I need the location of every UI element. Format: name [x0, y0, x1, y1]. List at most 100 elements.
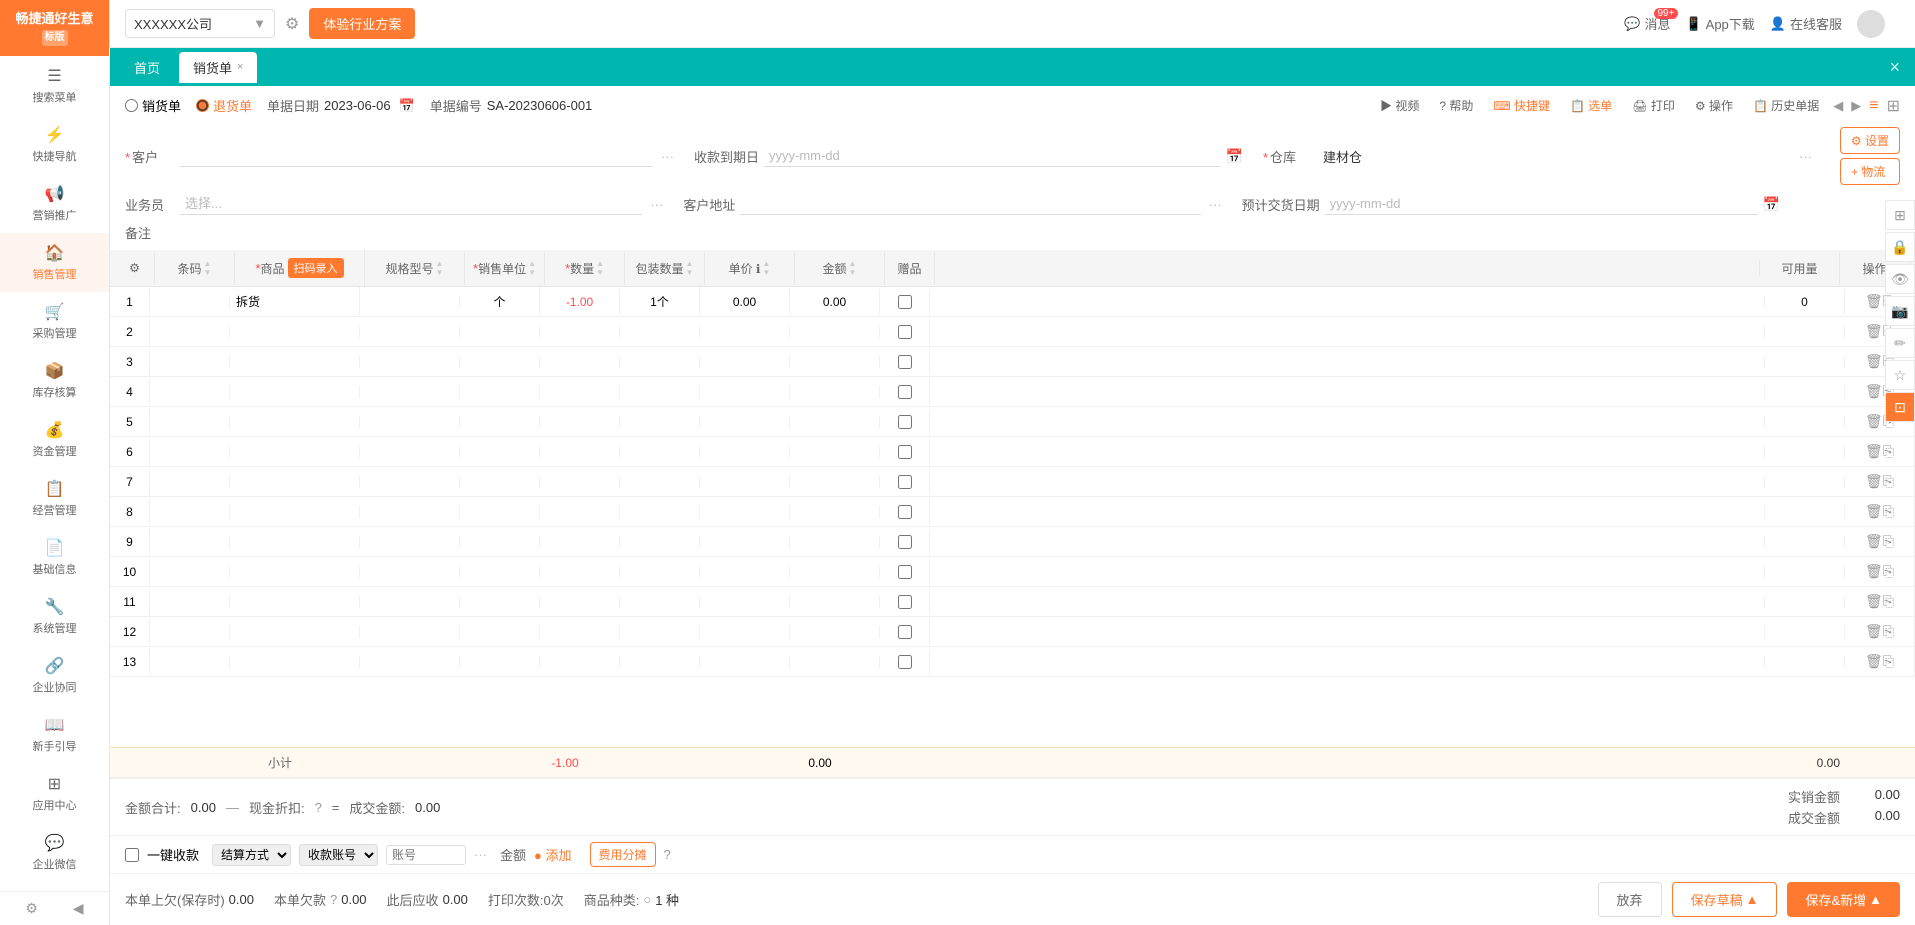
row2-pkg[interactable] [620, 326, 700, 338]
expected-calendar-icon[interactable]: 📅 [1763, 196, 1780, 213]
copy-icon[interactable]: ⎘ [1883, 653, 1894, 670]
avatar[interactable] [1857, 10, 1885, 38]
float-star-btn[interactable]: ☆ [1885, 360, 1915, 390]
customer-dots[interactable]: ··· [661, 149, 674, 164]
sidebar-item-guide[interactable]: 📖 新手引导 [0, 705, 109, 764]
sidebar-item-apps[interactable]: ⊞ 应用中心 [0, 764, 109, 823]
customer-addr-dots[interactable]: ··· [1209, 197, 1222, 212]
th-settings[interactable]: ⚙ [115, 253, 155, 283]
tab-home[interactable]: 首页 [120, 52, 174, 83]
video-btn[interactable]: ▶ 视频 [1374, 94, 1425, 117]
float-action-btn[interactable]: ⊡ [1885, 392, 1915, 422]
row1-remark[interactable] [930, 296, 1765, 308]
copy-icon[interactable]: ⎘ [1883, 503, 1894, 520]
goods-type-radio-icon[interactable]: ○ [643, 892, 651, 907]
sidebar-item-member[interactable]: ♥ 畅会员 [0, 882, 109, 891]
message-item[interactable]: 💬 消息 99+ [1624, 14, 1670, 33]
delete-icon[interactable]: 🗑 [1865, 413, 1883, 430]
row2-goods[interactable] [230, 326, 360, 338]
print-btn[interactable]: 🖨 打印 [1626, 94, 1681, 117]
sidebar-item-search[interactable]: ☰ 搜索菜单 [0, 56, 109, 115]
sidebar-collapse-btn[interactable]: ◀ [73, 900, 84, 917]
app-download-item[interactable]: 📱 App下载 [1685, 14, 1754, 33]
float-eye-btn[interactable]: 👁 [1885, 264, 1915, 294]
row2-unit[interactable] [460, 326, 540, 338]
history-btn[interactable]: 📋 历史单据 [1747, 94, 1825, 117]
row2-price[interactable] [700, 326, 790, 338]
row2-amount[interactable] [790, 326, 880, 338]
notes-input[interactable] [165, 225, 1900, 240]
delete-icon[interactable]: 🗑 [1865, 593, 1883, 610]
salesperson-dots[interactable]: ··· [650, 197, 663, 212]
collection-calendar-icon[interactable]: 📅 [1226, 148, 1243, 165]
copy-icon[interactable]: ⎘ [1883, 623, 1894, 640]
scan-button[interactable]: 扫码录入 [288, 258, 344, 278]
delete-icon[interactable]: 🗑 [1865, 563, 1883, 580]
sidebar-item-inventory[interactable]: 📦 库存核算 [0, 351, 109, 410]
row2-gift[interactable] [880, 319, 930, 345]
grid-view-icon[interactable]: ⊞ [1887, 96, 1900, 116]
sidebar-item-wechat[interactable]: 💬 企业微信 [0, 823, 109, 882]
expected-date-input[interactable] [1325, 193, 1758, 215]
settings-gear-icon[interactable]: ⚙ [285, 14, 299, 34]
save-draft-button[interactable]: 保存草稿 ▲ [1672, 882, 1778, 917]
help-btn[interactable]: ? 帮助 [1433, 94, 1479, 117]
return-order-radio[interactable]: 退货单 [196, 96, 252, 115]
one-click-payment-checkbox[interactable] [125, 848, 139, 862]
discard-button[interactable]: 放弃 [1598, 882, 1662, 917]
collection-date-input[interactable] [764, 145, 1221, 167]
customer-input[interactable] [180, 145, 653, 167]
delete-icon[interactable]: 🗑 [1865, 533, 1883, 550]
tab-close-icon[interactable]: × [237, 61, 243, 73]
sale-order-radio[interactable]: 销货单 [125, 96, 181, 115]
row2-barcode[interactable] [150, 326, 230, 338]
account-select[interactable]: 收款账号 [299, 844, 378, 866]
tabs-close-all-btn[interactable]: × [1889, 57, 1900, 78]
sidebar-item-operations[interactable]: 📋 经营管理 [0, 469, 109, 528]
logistics-button[interactable]: + 物流 [1840, 158, 1900, 185]
account-input[interactable] [386, 845, 466, 865]
add-payment-btn[interactable]: ● 添加 [534, 845, 571, 864]
sidebar-item-quick-nav[interactable]: ⚡ 快捷导航 [0, 115, 109, 174]
delete-icon[interactable]: 🗑 [1865, 503, 1883, 520]
sidebar-item-system[interactable]: 🔧 系统管理 [0, 587, 109, 646]
customer-addr-input[interactable] [740, 193, 1200, 215]
sidebar-item-enterprise[interactable]: 🔗 企业协同 [0, 646, 109, 705]
select-btn[interactable]: 📋 选单 [1564, 94, 1618, 117]
copy-icon[interactable]: ⎘ [1883, 473, 1894, 490]
copy-icon[interactable]: ⎘ [1883, 563, 1894, 580]
operate-btn[interactable]: ⚙ 操作 [1689, 94, 1739, 117]
copy-icon[interactable]: ⎘ [1883, 593, 1894, 610]
row2-delete-icon[interactable]: 🗑 [1865, 323, 1883, 340]
fenzhai-btn[interactable]: 费用分摊 [590, 842, 656, 867]
warehouse-dots[interactable]: ··· [1799, 149, 1812, 164]
short-help-icon[interactable]: ? [330, 892, 337, 907]
delete-icon[interactable]: 🗑 [1865, 443, 1883, 460]
row1-delete-icon[interactable]: 🗑 [1865, 293, 1883, 310]
float-photo-btn[interactable]: 📷 [1885, 296, 1915, 326]
float-edit-btn[interactable]: ✏ [1885, 328, 1915, 358]
sidebar-item-purchase[interactable]: 🛒 采购管理 [0, 292, 109, 351]
delete-icon[interactable]: 🗑 [1865, 653, 1883, 670]
float-lock-btn[interactable]: 🔒 [1885, 232, 1915, 262]
online-service-item[interactable]: 👤 在线客服 [1770, 14, 1842, 33]
app-logo[interactable]: 畅捷通好生意 标版 [0, 0, 109, 56]
row1-barcode[interactable] [150, 296, 230, 308]
experience-button[interactable]: 体验行业方案 [309, 8, 415, 39]
settlement-select[interactable]: 结算方式 [212, 844, 291, 866]
account-dots[interactable]: ··· [474, 847, 487, 862]
settings-button[interactable]: ⚙ 设置 [1840, 127, 1900, 154]
cash-discount-help-icon[interactable]: ? [315, 800, 322, 815]
date-calendar-icon[interactable]: 📅 [399, 98, 415, 114]
delete-icon[interactable]: 🗑 [1865, 623, 1883, 640]
copy-icon[interactable]: ⎘ [1883, 443, 1894, 460]
row2-qty[interactable] [540, 326, 620, 338]
row2-spec[interactable] [360, 326, 460, 338]
sidebar-item-base[interactable]: 📄 基础信息 [0, 528, 109, 587]
delete-icon[interactable]: 🗑 [1865, 353, 1883, 370]
row1-spec[interactable] [360, 296, 460, 308]
salesperson-input[interactable] [180, 193, 642, 215]
sidebar-item-marketing[interactable]: 📢 营销推广 [0, 174, 109, 233]
float-expand-btn[interactable]: ⊞ [1885, 200, 1915, 230]
copy-icon[interactable]: ⎘ [1883, 533, 1894, 550]
